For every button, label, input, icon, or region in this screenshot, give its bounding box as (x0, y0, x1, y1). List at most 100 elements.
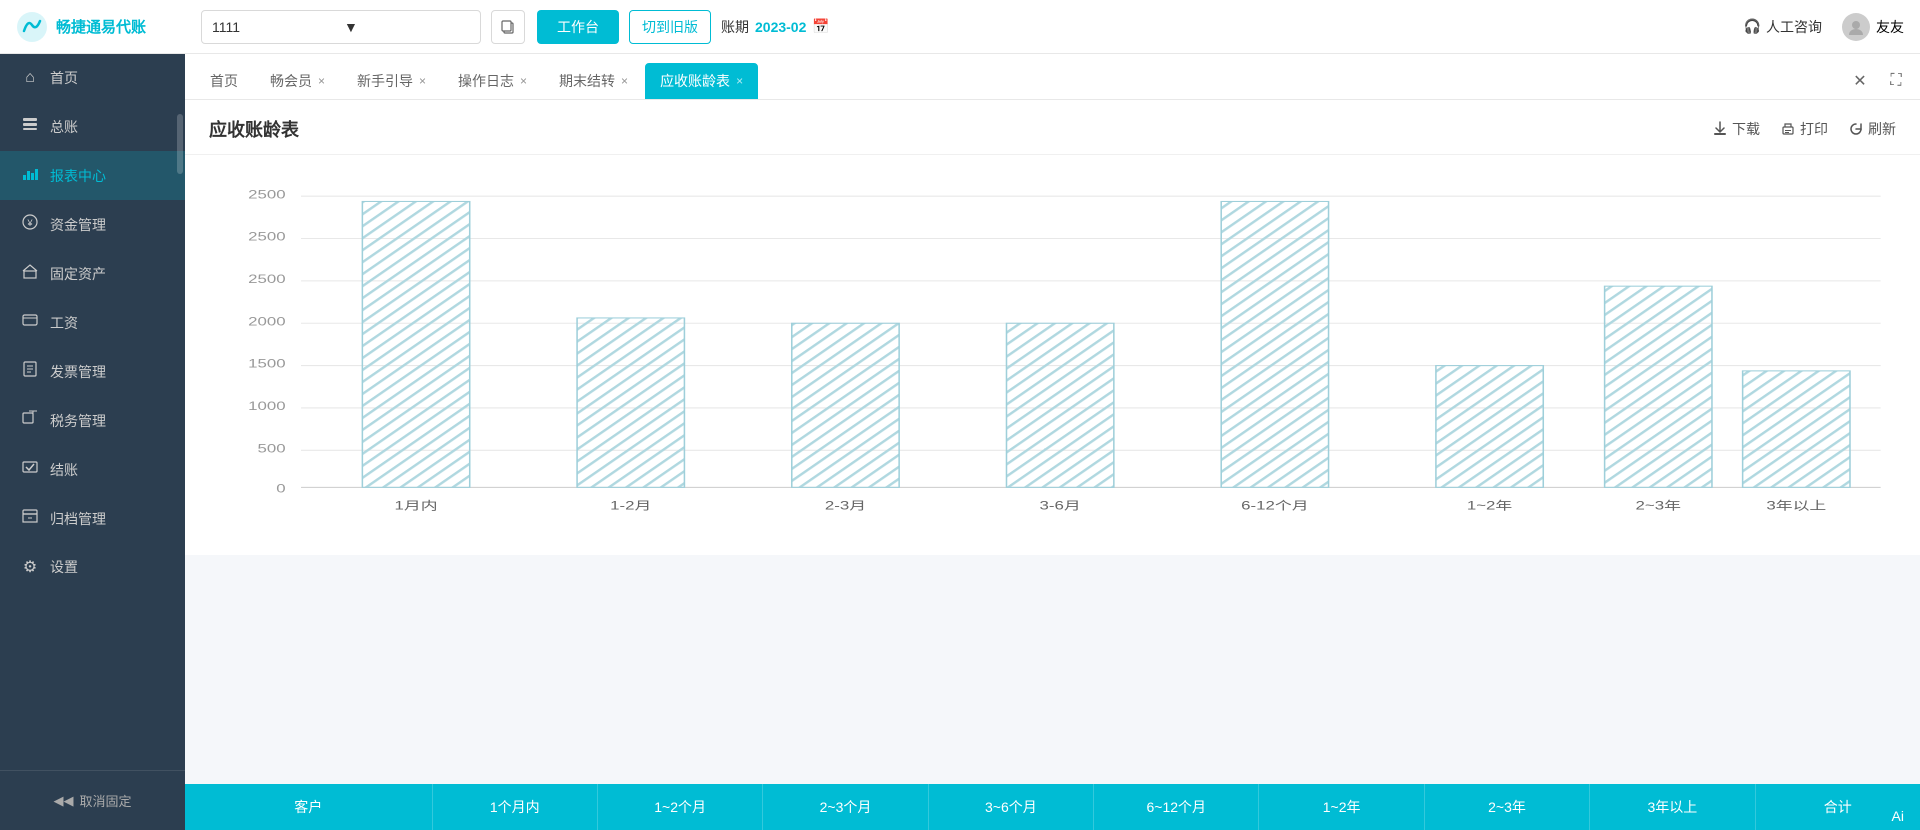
col-3year-plus: 3年以上 (1590, 784, 1755, 830)
calendar-icon[interactable]: 📅 (812, 18, 829, 35)
company-selector[interactable]: 1111 ▼ (201, 10, 481, 44)
svg-text:500: 500 (258, 443, 286, 456)
funds-icon: ¥ (20, 214, 40, 235)
top-header: 畅捷通易代账 1111 ▼ 工作台 切到旧版 账期 2023-02 📅 🎧 人工… (0, 0, 1920, 54)
sidebar-item-invoice[interactable]: 发票管理 (0, 347, 185, 396)
chart-wrapper: 0 500 1000 1500 2000 2500 2500 2500 (209, 175, 1896, 535)
sidebar-label-payroll: 工资 (50, 313, 78, 333)
sidebar-item-tax[interactable]: 税务管理 (0, 396, 185, 445)
svg-text:2500: 2500 (248, 273, 286, 286)
settings-icon: ⚙ (20, 557, 40, 577)
page-content: 应收账龄表 下载 打印 刷新 (185, 100, 1920, 830)
ai-label: Ai (1892, 808, 1904, 824)
tab-bar: 首页 畅会员 × 新手引导 × 操作日志 × 期末结转 × 应收账龄表 × (185, 54, 1920, 100)
aging-chart: 0 500 1000 1500 2000 2500 2500 2500 (209, 175, 1896, 535)
tab-aging[interactable]: 应收账龄表 × (645, 63, 758, 99)
page-actions: 下载 打印 刷新 (1712, 119, 1896, 139)
copy-button[interactable] (491, 10, 525, 44)
sidebar-label-invoice: 发票管理 (50, 362, 106, 382)
logo-icon (16, 11, 48, 43)
close-tab-oplog[interactable]: × (520, 74, 527, 88)
user-name: 友友 (1876, 17, 1904, 37)
ai-badge[interactable]: Ai (1876, 802, 1920, 830)
download-icon (1712, 121, 1728, 137)
content-area: 首页 畅会员 × 新手引导 × 操作日志 × 期末结转 × 应收账龄表 × (185, 54, 1920, 830)
main-layout: ⌂ 首页 总账 报表中心 ¥ 资金管理 固定资产 (0, 54, 1920, 830)
home-icon: ⌂ (20, 69, 40, 87)
sidebar-item-payroll[interactable]: 工资 (0, 298, 185, 347)
svg-text:3年以上: 3年以上 (1766, 499, 1826, 513)
svg-text:1~2年: 1~2年 (1467, 499, 1512, 513)
svg-text:3-6月: 3-6月 (1040, 500, 1081, 513)
assets-icon (20, 263, 40, 284)
svg-text:1-2月: 1-2月 (610, 500, 651, 513)
payroll-icon (20, 312, 40, 333)
sidebar-label-assets: 固定资产 (50, 264, 106, 284)
tab-label-member: 畅会员 (270, 71, 312, 91)
tab-home[interactable]: 首页 (195, 63, 253, 99)
sidebar-item-assets[interactable]: 固定资产 (0, 249, 185, 298)
svg-text:2~3年: 2~3年 (1636, 499, 1681, 513)
download-label: 下载 (1732, 119, 1760, 139)
tab-period-end[interactable]: 期末结转 × (544, 63, 643, 99)
company-name: 1111 (212, 19, 338, 35)
tab-label-home: 首页 (210, 71, 238, 91)
sidebar-item-reports[interactable]: 报表中心 (0, 151, 185, 200)
workbench-button[interactable]: 工作台 (537, 10, 619, 44)
consult-button[interactable]: 🎧 人工咨询 (1744, 17, 1822, 37)
period-value: 2023-02 (755, 19, 806, 35)
cancel-fixed-button[interactable]: ◀◀ 取消固定 (0, 781, 185, 820)
tab-label-oplog: 操作日志 (458, 71, 514, 91)
close-tab-aging[interactable]: × (736, 74, 743, 88)
svg-text:2500: 2500 (248, 189, 286, 202)
page-header: 应收账龄表 下载 打印 刷新 (185, 100, 1920, 155)
svg-text:6-12个月: 6-12个月 (1241, 499, 1308, 513)
col-customer: 客户 (185, 784, 433, 830)
col-6to12month: 6~12个月 (1094, 784, 1259, 830)
archive-icon (20, 508, 40, 529)
col-1month: 1个月内 (433, 784, 598, 830)
svg-text:1500: 1500 (248, 358, 286, 371)
sidebar: ⌂ 首页 总账 报表中心 ¥ 资金管理 固定资产 (0, 54, 185, 830)
tab-oplog[interactable]: 操作日志 × (443, 63, 542, 99)
page-title: 应收账龄表 (209, 116, 299, 142)
print-button[interactable]: 打印 (1780, 119, 1828, 139)
sidebar-item-ledger[interactable]: 总账 (0, 102, 185, 151)
svg-text:2500: 2500 (248, 231, 286, 244)
refresh-label: 刷新 (1868, 119, 1896, 139)
sidebar-item-archive[interactable]: 归档管理 (0, 494, 185, 543)
refresh-button[interactable]: 刷新 (1848, 119, 1896, 139)
close-tab-guide[interactable]: × (419, 74, 426, 88)
close-tab-period-end[interactable]: × (621, 74, 628, 88)
header-right: 🎧 人工咨询 友友 (1744, 13, 1904, 41)
sidebar-item-settings[interactable]: ⚙ 设置 (0, 543, 185, 591)
switch-version-button[interactable]: 切到旧版 (629, 10, 711, 44)
sidebar-item-closing[interactable]: 结账 (0, 445, 185, 494)
download-button[interactable]: 下载 (1712, 119, 1760, 139)
close-tab-member[interactable]: × (318, 74, 325, 88)
tab-label-aging: 应收账龄表 (660, 71, 730, 91)
consult-label: 人工咨询 (1766, 17, 1822, 37)
sidebar-label-tax: 税务管理 (50, 411, 106, 431)
maximize-button[interactable]: ⛶ (1882, 67, 1910, 95)
sidebar-scrollbar (177, 114, 183, 174)
user-avatar (1842, 13, 1870, 41)
sidebar-label-closing: 结账 (50, 460, 78, 480)
sidebar-label-settings: 设置 (50, 557, 78, 577)
logo-text: 畅捷通易代账 (56, 16, 146, 37)
user-area[interactable]: 友友 (1842, 13, 1904, 41)
sidebar-item-funds[interactable]: ¥ 资金管理 (0, 200, 185, 249)
close-all-tabs-button[interactable]: ✕ (1846, 67, 1874, 95)
svg-text:¥: ¥ (26, 218, 33, 228)
tab-guide[interactable]: 新手引导 × (342, 63, 441, 99)
cancel-fixed-label: 取消固定 (79, 791, 131, 810)
tax-icon (20, 410, 40, 431)
sidebar-item-home[interactable]: ⌂ 首页 (0, 54, 185, 102)
col-1to2year: 1~2年 (1259, 784, 1424, 830)
tab-member[interactable]: 畅会员 × (255, 63, 340, 99)
print-icon (1780, 121, 1796, 137)
svg-text:1月内: 1月内 (394, 499, 437, 513)
tab-bar-actions: ✕ ⛶ (1846, 67, 1910, 99)
svg-text:2000: 2000 (248, 316, 286, 329)
ledger-icon (20, 116, 40, 137)
